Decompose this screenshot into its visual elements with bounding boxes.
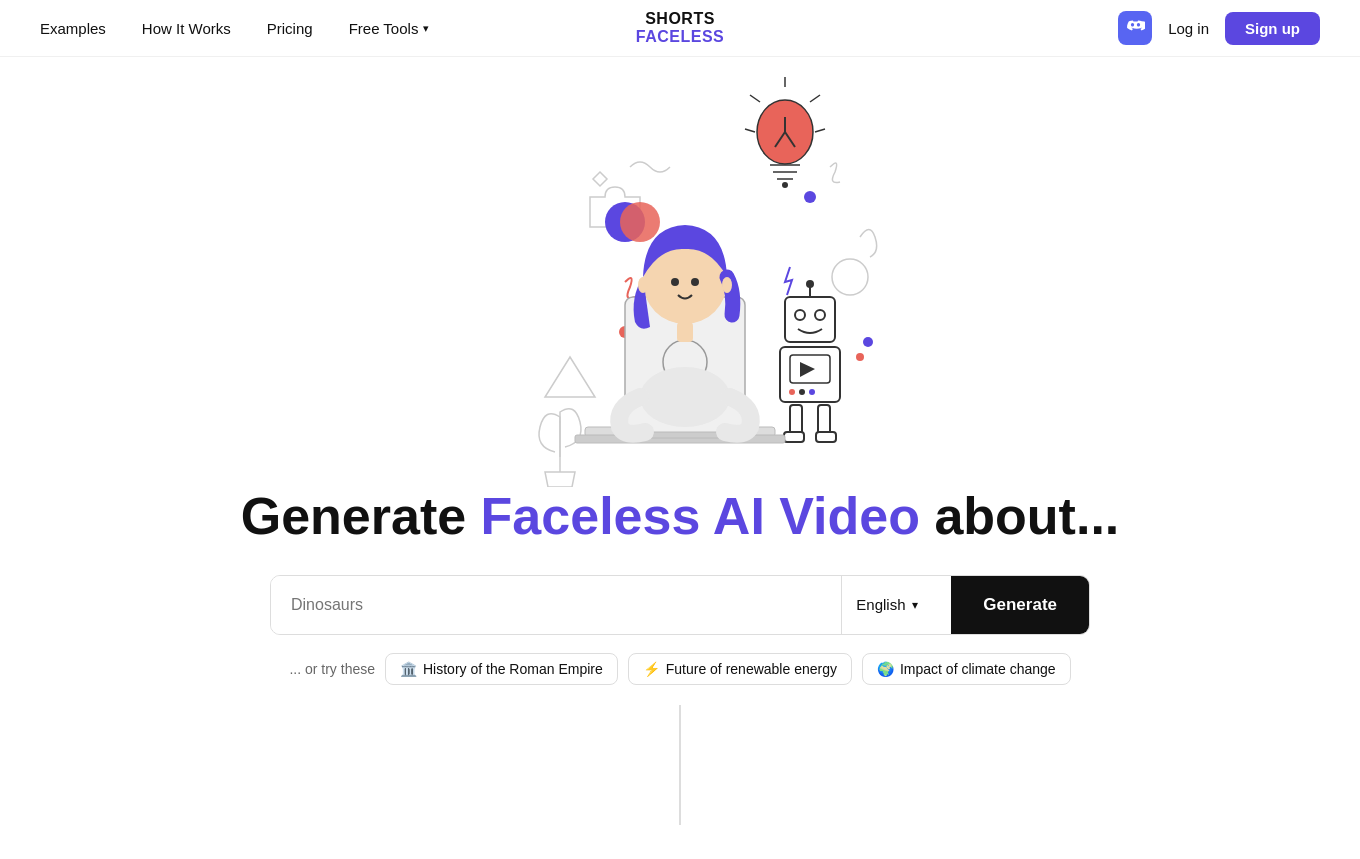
svg-line-2 <box>810 95 820 102</box>
svg-point-24 <box>806 280 814 288</box>
svg-rect-34 <box>816 432 836 442</box>
svg-point-48 <box>722 277 732 293</box>
svg-point-19 <box>620 202 660 242</box>
svg-line-3 <box>750 95 760 102</box>
svg-point-47 <box>638 277 648 293</box>
nav-free-tools[interactable]: Free Tools ▾ <box>349 20 430 37</box>
svg-rect-32 <box>818 405 830 435</box>
nav-right: Log in Sign up <box>1118 11 1320 45</box>
svg-marker-0 <box>593 172 607 186</box>
svg-point-37 <box>832 259 868 295</box>
svg-point-30 <box>809 389 815 395</box>
try-chip-climate-change[interactable]: 🌍 Impact of climate change <box>862 653 1071 685</box>
nav-left: Examples How It Works Pricing Free Tools… <box>40 20 429 37</box>
svg-point-28 <box>789 389 795 395</box>
try-chip-roman-empire[interactable]: 🏛️ History of the Roman Empire <box>385 653 618 685</box>
try-these-row: ... or try these 🏛️ History of the Roman… <box>289 653 1070 685</box>
topic-input[interactable] <box>271 576 841 634</box>
chevron-down-icon: ▾ <box>423 22 429 35</box>
nav-pricing[interactable]: Pricing <box>267 20 313 37</box>
language-selector[interactable]: English ▾ <box>841 576 951 634</box>
svg-point-46 <box>691 278 699 286</box>
hero-section: Generate Faceless AI Video about... Engl… <box>0 57 1360 859</box>
svg-point-14 <box>804 191 816 203</box>
svg-rect-31 <box>790 405 802 435</box>
try-chip-renewable-energy[interactable]: ⚡ Future of renewable energy <box>628 653 852 685</box>
try-these-label: ... or try these <box>289 661 375 677</box>
svg-rect-33 <box>784 432 804 442</box>
generate-button[interactable]: Generate <box>951 576 1089 634</box>
nav-examples[interactable]: Examples <box>40 20 106 37</box>
svg-marker-16 <box>545 357 595 397</box>
svg-point-36 <box>856 353 864 361</box>
navbar: Examples How It Works Pricing Free Tools… <box>0 0 1360 57</box>
hero-heading: Generate Faceless AI Video about... <box>241 487 1120 547</box>
climate-change-icon: 🌍 <box>877 661 894 677</box>
section-divider <box>679 705 681 825</box>
site-logo: SHORTS FACELESS <box>636 10 724 45</box>
nav-how-it-works[interactable]: How It Works <box>142 20 231 37</box>
svg-point-45 <box>671 278 679 286</box>
topic-input-row: English ▾ Generate <box>270 575 1090 635</box>
login-button[interactable]: Log in <box>1168 20 1209 37</box>
renewable-energy-icon: ⚡ <box>643 661 660 677</box>
svg-line-4 <box>815 129 825 132</box>
svg-point-13 <box>782 182 788 188</box>
svg-point-43 <box>640 367 730 427</box>
svg-point-35 <box>863 337 873 347</box>
hero-illustration <box>440 67 920 487</box>
discord-icon[interactable] <box>1118 11 1152 45</box>
roman-empire-icon: 🏛️ <box>400 661 417 677</box>
chevron-down-icon: ▾ <box>912 598 918 612</box>
signup-button[interactable]: Sign up <box>1225 12 1320 45</box>
svg-rect-49 <box>677 322 693 342</box>
svg-point-29 <box>799 389 805 395</box>
svg-line-5 <box>745 129 755 132</box>
svg-rect-20 <box>785 297 835 342</box>
